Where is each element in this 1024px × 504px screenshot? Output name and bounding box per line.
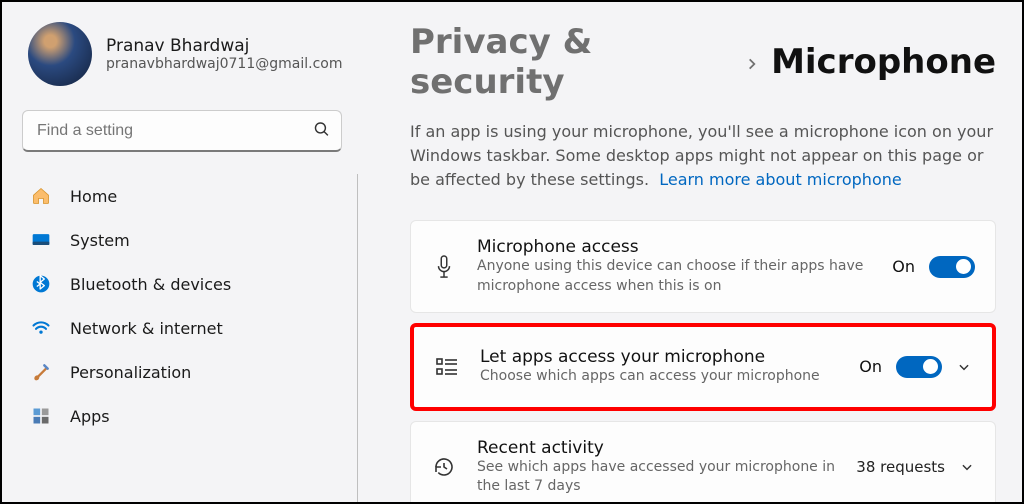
sidebar-item-apps[interactable]: Apps [22, 394, 357, 438]
toggle-state-label: On [892, 257, 915, 276]
page-title: Microphone [771, 42, 996, 82]
search-icon[interactable] [313, 121, 330, 142]
microphone-access-toggle[interactable] [929, 256, 975, 278]
card-apps-access-microphone: Let apps access your microphone Choose w… [410, 323, 996, 411]
sidebar-item-label: Home [70, 187, 117, 206]
card-title: Microphone access [477, 237, 872, 257]
chevron-right-icon [745, 52, 759, 77]
apps-access-toggle[interactable] [896, 356, 942, 378]
profile-name: Pranav Bhardwaj [106, 36, 342, 56]
card-microphone-access: Microphone access Anyone using this devi… [410, 220, 996, 313]
sidebar-item-system[interactable]: System [22, 218, 357, 262]
sidebar-item-bluetooth[interactable]: Bluetooth & devices [22, 262, 357, 306]
bluetooth-icon [30, 273, 52, 295]
sidebar-item-label: Personalization [70, 363, 191, 382]
home-icon [30, 185, 52, 207]
chevron-down-icon[interactable] [959, 459, 975, 475]
breadcrumb: Privacy & security Microphone [410, 22, 996, 102]
main-content: Privacy & security Microphone If an app … [372, 2, 1022, 502]
sidebar-item-label: System [70, 231, 130, 250]
nav-list: Home System Bluetooth & devices Network … [22, 174, 358, 502]
card-title: Recent activity [477, 438, 836, 458]
apps-list-icon [434, 356, 460, 378]
breadcrumb-parent[interactable]: Privacy & security [410, 22, 733, 102]
sidebar-item-label: Bluetooth & devices [70, 275, 231, 294]
wifi-icon [30, 317, 52, 339]
sidebar-item-label: Apps [70, 407, 110, 426]
system-icon [30, 229, 52, 251]
recent-requests-count: 38 requests [856, 458, 945, 476]
profile-email: pranavbhardwaj0711@gmail.com [106, 56, 342, 72]
paintbrush-icon [30, 361, 52, 383]
apps-icon [30, 405, 52, 427]
card-subtitle: See which apps have accessed your microp… [477, 458, 836, 497]
search-input[interactable] [22, 110, 342, 152]
chevron-down-icon[interactable] [956, 359, 972, 375]
sidebar-item-network[interactable]: Network & internet [22, 306, 357, 350]
page-description: If an app is using your microphone, you'… [410, 120, 996, 192]
history-icon [431, 455, 457, 479]
card-subtitle: Anyone using this device can choose if t… [477, 257, 872, 296]
sidebar-item-label: Network & internet [70, 319, 223, 338]
sidebar-item-personalization[interactable]: Personalization [22, 350, 357, 394]
avatar [28, 22, 92, 86]
card-title: Let apps access your microphone [480, 347, 839, 367]
sidebar-item-home[interactable]: Home [22, 174, 357, 218]
microphone-icon [431, 254, 457, 280]
profile-block[interactable]: Pranav Bhardwaj pranavbhardwaj0711@gmail… [22, 22, 358, 86]
card-recent-activity: Recent activity See which apps have acce… [410, 421, 996, 502]
search-box [22, 110, 342, 152]
sidebar: Pranav Bhardwaj pranavbhardwaj0711@gmail… [2, 2, 372, 502]
learn-more-link[interactable]: Learn more about microphone [659, 170, 902, 189]
card-subtitle: Choose which apps can access your microp… [480, 367, 839, 387]
toggle-state-label: On [859, 357, 882, 376]
